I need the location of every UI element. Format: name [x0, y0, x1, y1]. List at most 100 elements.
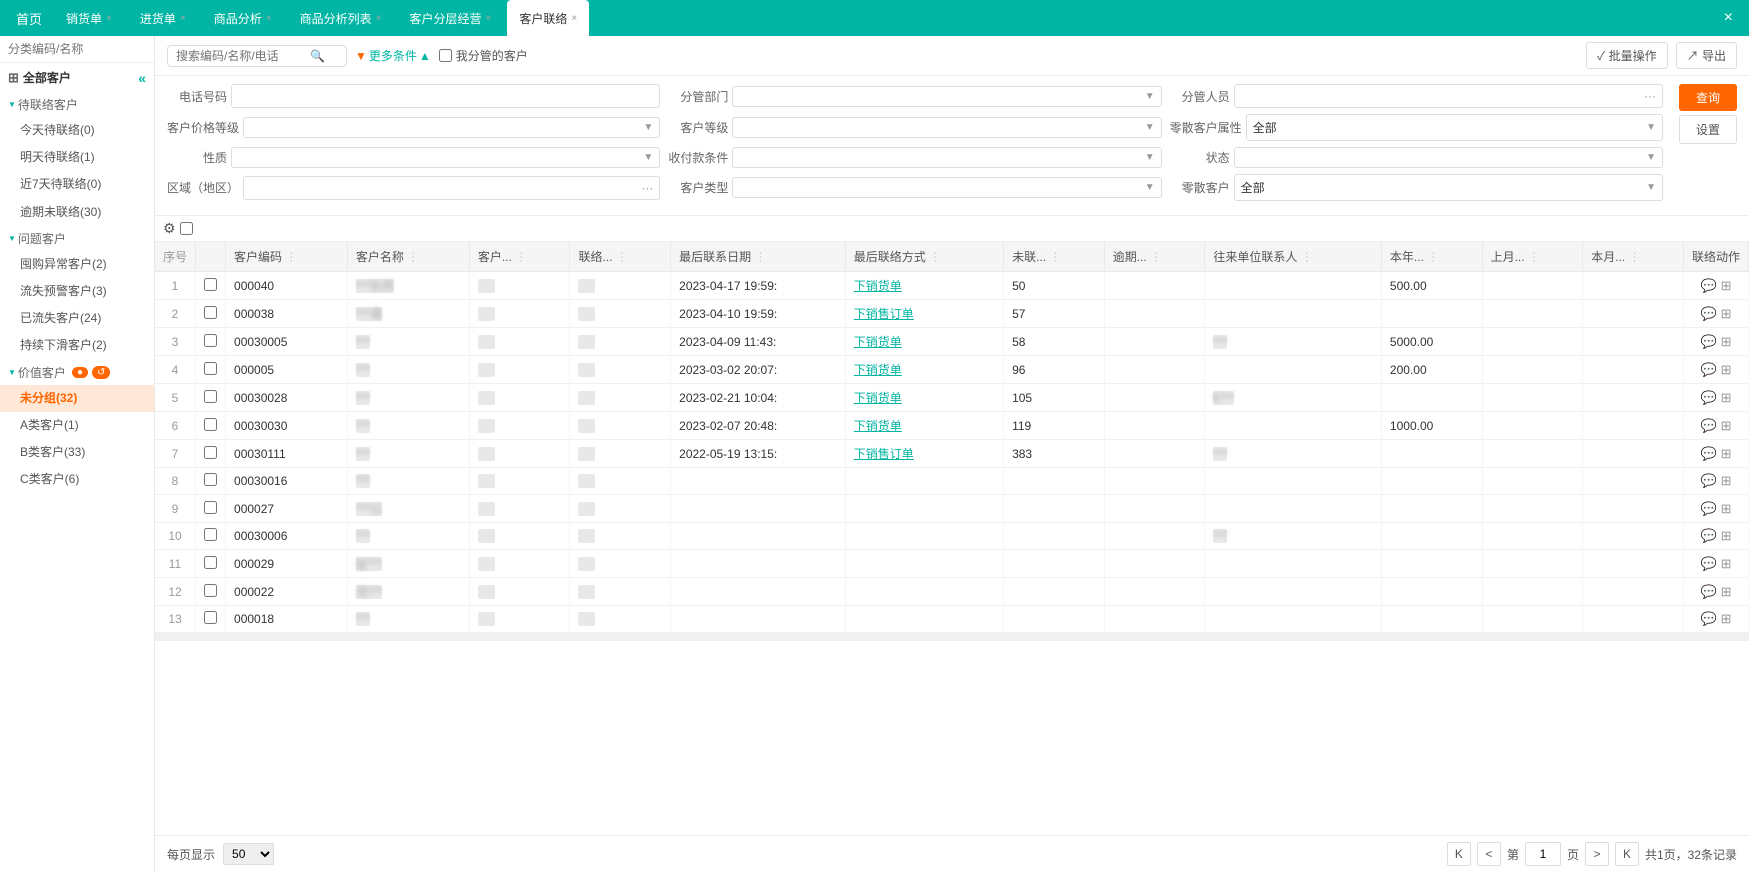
- grid-icon[interactable]: ⊞: [1721, 362, 1732, 378]
- col-unit-contact-header[interactable]: 往来单位联系人 ⋮: [1205, 242, 1382, 272]
- nav-home[interactable]: 首页: [8, 9, 50, 28]
- contact-way-link[interactable]: 下销货单: [854, 279, 902, 293]
- nature-select[interactable]: ▼: [231, 147, 660, 168]
- status-select[interactable]: ▼: [1234, 147, 1663, 168]
- page-input[interactable]: [1525, 842, 1561, 866]
- sidebar-item-today[interactable]: 今天待联络(0): [0, 117, 154, 144]
- contact-way-link[interactable]: 下销货单: [854, 363, 902, 377]
- row-checkbox[interactable]: [204, 306, 217, 319]
- sidebar-item-7days[interactable]: 近7天待联络(0): [0, 171, 154, 198]
- first-page-btn[interactable]: K: [1447, 842, 1471, 866]
- region-select[interactable]: ···: [243, 176, 660, 200]
- close-product-list-tab[interactable]: ×: [376, 13, 382, 24]
- nav-tab-product-analysis[interactable]: 商品分析 ×: [202, 0, 284, 36]
- window-close-button[interactable]: ×: [1716, 9, 1741, 26]
- filter-more-btn[interactable]: ▼ 更多条件 ▲: [355, 47, 431, 64]
- row-checkbox[interactable]: [204, 501, 217, 514]
- sidebar-item-overdue[interactable]: 逾期未联络(30): [0, 199, 154, 226]
- column-settings-icon[interactable]: ⚙: [163, 220, 176, 237]
- row-checkbox[interactable]: [204, 556, 217, 569]
- col-this-year-header[interactable]: 本年... ⋮: [1381, 242, 1482, 272]
- row-checkbox[interactable]: [204, 334, 217, 347]
- region-more-dots[interactable]: ···: [641, 181, 653, 195]
- grid-icon[interactable]: ⊞: [1721, 390, 1732, 406]
- chat-icon[interactable]: 💬: [1700, 390, 1716, 406]
- col-overdue-header[interactable]: 逾期... ⋮: [1104, 242, 1205, 272]
- dept-select[interactable]: ▼: [732, 86, 1161, 107]
- row-checkbox[interactable]: [204, 446, 217, 459]
- grid-icon[interactable]: ⊞: [1721, 556, 1732, 572]
- grid-icon[interactable]: ⊞: [1721, 584, 1732, 600]
- nav-tab-customer-segment[interactable]: 客户分层经营 ×: [397, 0, 503, 36]
- row-checkbox[interactable]: [204, 611, 217, 624]
- sidebar-item-class-c[interactable]: C类客户(6): [0, 466, 154, 493]
- chat-icon[interactable]: 💬: [1700, 473, 1716, 489]
- horizontal-scrollbar[interactable]: [155, 633, 1749, 641]
- query-button[interactable]: 查询: [1679, 84, 1737, 111]
- chat-icon[interactable]: 💬: [1700, 611, 1716, 627]
- export-button[interactable]: ↗ 导出: [1676, 42, 1737, 69]
- chat-icon[interactable]: 💬: [1700, 584, 1716, 600]
- refresh-icon[interactable]: ↺: [92, 366, 110, 379]
- col-last-month-header[interactable]: 上月... ⋮: [1482, 242, 1583, 272]
- prev-page-btn[interactable]: <: [1477, 842, 1501, 866]
- page-size-select[interactable]: 50 100 200: [223, 843, 274, 865]
- payment-select[interactable]: ▼: [732, 147, 1161, 168]
- zero-attr-select[interactable]: 全部 ▼: [1246, 114, 1663, 141]
- sidebar-item-class-a[interactable]: A类客户(1): [0, 412, 154, 439]
- contact-way-link[interactable]: 下销货单: [854, 335, 902, 349]
- sidebar-item-tomorrow[interactable]: 明天待联络(1): [0, 144, 154, 171]
- person-select[interactable]: ···: [1234, 84, 1663, 108]
- sidebar-all-customers[interactable]: ⊞ 全部客户 «: [0, 63, 154, 92]
- col-name-header[interactable]: 客户名称 ⋮: [347, 242, 469, 272]
- chat-icon[interactable]: 💬: [1700, 306, 1716, 322]
- sidebar-group-value[interactable]: ▼ 价值客户 ● ↺: [0, 360, 154, 385]
- person-more-dots[interactable]: ···: [1644, 89, 1656, 103]
- row-checkbox[interactable]: [204, 278, 217, 291]
- cust-level-select[interactable]: ▼: [732, 117, 1161, 138]
- zero-cust-select[interactable]: 全部 ▼: [1234, 174, 1663, 201]
- sidebar-collapse-btn[interactable]: «: [138, 70, 146, 86]
- cust-type-select[interactable]: ▼: [732, 177, 1161, 198]
- filter-search-icon[interactable]: 🔍: [310, 49, 325, 63]
- contact-way-link[interactable]: 下销售订单: [854, 307, 914, 321]
- col-last-date-header[interactable]: 最后联系日期 ⋮: [671, 242, 846, 272]
- row-checkbox[interactable]: [204, 390, 217, 403]
- chat-icon[interactable]: 💬: [1700, 446, 1716, 462]
- chat-icon[interactable]: 💬: [1700, 418, 1716, 434]
- sidebar-item-declining[interactable]: 持续下滑客户(2): [0, 332, 154, 359]
- reset-button[interactable]: 设置: [1679, 115, 1737, 144]
- grid-icon[interactable]: ⊞: [1721, 611, 1732, 627]
- contact-way-link[interactable]: 下销货单: [854, 419, 902, 433]
- batch-op-button[interactable]: ✓ 批量操作: [1586, 42, 1668, 69]
- chat-icon[interactable]: 💬: [1700, 334, 1716, 350]
- grid-icon[interactable]: ⊞: [1721, 528, 1732, 544]
- col-code-header[interactable]: 客户编码 ⋮: [226, 242, 348, 272]
- chat-icon[interactable]: 💬: [1700, 501, 1716, 517]
- price-level-select[interactable]: ▼: [243, 117, 660, 138]
- col-not-contacted-header[interactable]: 未联... ⋮: [1004, 242, 1105, 272]
- row-checkbox[interactable]: [204, 418, 217, 431]
- chat-icon[interactable]: 💬: [1700, 528, 1716, 544]
- col-last-way-header[interactable]: 最后联络方式 ⋮: [845, 242, 1003, 272]
- close-sales-tab[interactable]: ×: [106, 13, 112, 24]
- nav-tab-sales[interactable]: 销货单 ×: [54, 0, 124, 36]
- grid-icon[interactable]: ⊞: [1721, 306, 1732, 322]
- grid-icon[interactable]: ⊞: [1721, 473, 1732, 489]
- close-product-analysis-tab[interactable]: ×: [266, 13, 272, 24]
- filter-my-customers[interactable]: 我分管的客户: [439, 47, 528, 64]
- grid-icon[interactable]: ⊞: [1721, 501, 1732, 517]
- next-page-btn[interactable]: >: [1585, 842, 1609, 866]
- my-customers-checkbox[interactable]: [439, 49, 452, 62]
- chat-icon[interactable]: 💬: [1700, 362, 1716, 378]
- nav-tab-product-list[interactable]: 商品分析列表 ×: [288, 0, 394, 36]
- chat-icon[interactable]: 💬: [1700, 278, 1716, 294]
- sidebar-item-warning[interactable]: 流失预警客户(3): [0, 278, 154, 305]
- close-purchase-tab[interactable]: ×: [180, 13, 186, 24]
- row-checkbox[interactable]: [204, 473, 217, 486]
- last-page-btn[interactable]: K: [1615, 842, 1639, 866]
- close-customer-contact-tab[interactable]: ×: [571, 13, 577, 24]
- sidebar-group-pending[interactable]: ▼ 待联络客户: [0, 92, 154, 117]
- chat-icon[interactable]: 💬: [1700, 556, 1716, 572]
- col-this-month-header[interactable]: 本月... ⋮: [1583, 242, 1684, 272]
